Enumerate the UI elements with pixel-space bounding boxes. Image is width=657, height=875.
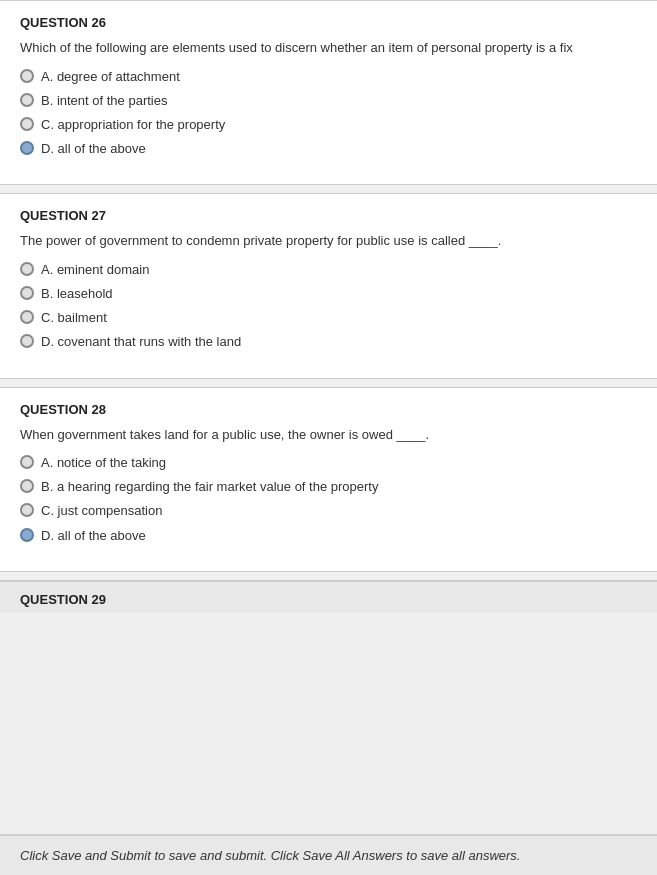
option-label-26-d: D. all of the above — [41, 140, 146, 158]
radio-27-d[interactable] — [20, 334, 34, 348]
option-label-27-b: B. leasehold — [41, 285, 113, 303]
option-label-27-a: A. eminent domain — [41, 261, 149, 279]
option-28-a[interactable]: A. notice of the taking — [20, 454, 637, 472]
option-27-a[interactable]: A. eminent domain — [20, 261, 637, 279]
question-text-28: When government takes land for a public … — [20, 425, 637, 445]
option-26-a[interactable]: A. degree of attachment — [20, 68, 637, 86]
radio-26-c[interactable] — [20, 117, 34, 131]
question-number-27: QUESTION 27 — [20, 208, 637, 223]
radio-27-b[interactable] — [20, 286, 34, 300]
option-28-b[interactable]: B. a hearing regarding the fair market v… — [20, 478, 637, 496]
option-label-27-d: D. covenant that runs with the land — [41, 333, 241, 351]
option-28-d[interactable]: D. all of the above — [20, 527, 637, 545]
option-26-c[interactable]: C. appropriation for the property — [20, 116, 637, 134]
option-label-26-a: A. degree of attachment — [41, 68, 180, 86]
radio-27-a[interactable] — [20, 262, 34, 276]
option-label-28-c: C. just compensation — [41, 502, 162, 520]
radio-28-d[interactable] — [20, 528, 34, 542]
radio-28-c[interactable] — [20, 503, 34, 517]
radio-26-a[interactable] — [20, 69, 34, 83]
option-28-c[interactable]: C. just compensation — [20, 502, 637, 520]
question-text-26: Which of the following are elements used… — [20, 38, 637, 58]
radio-26-d[interactable] — [20, 141, 34, 155]
option-label-28-d: D. all of the above — [41, 527, 146, 545]
option-26-b[interactable]: B. intent of the parties — [20, 92, 637, 110]
option-27-b[interactable]: B. leasehold — [20, 285, 637, 303]
radio-27-c[interactable] — [20, 310, 34, 324]
option-label-28-a: A. notice of the taking — [41, 454, 166, 472]
footer-bar: Click Save and Submit to save and submit… — [0, 834, 657, 875]
footer-text: Click Save and Submit to save and submit… — [20, 848, 520, 863]
question-block-27: QUESTION 27 The power of government to c… — [0, 193, 657, 378]
page-wrapper: QUESTION 26 Which of the following are e… — [0, 0, 657, 875]
main-content: QUESTION 26 Which of the following are e… — [0, 0, 657, 834]
radio-28-a[interactable] — [20, 455, 34, 469]
question-block-28: QUESTION 28 When government takes land f… — [0, 387, 657, 572]
radio-26-b[interactable] — [20, 93, 34, 107]
radio-28-b[interactable] — [20, 479, 34, 493]
option-26-d[interactable]: D. all of the above — [20, 140, 637, 158]
option-27-d[interactable]: D. covenant that runs with the land — [20, 333, 637, 351]
partial-question-label: QUESTION 29 — [0, 580, 657, 613]
question-block-26: QUESTION 26 Which of the following are e… — [0, 0, 657, 185]
option-label-26-c: C. appropriation for the property — [41, 116, 225, 134]
option-label-27-c: C. bailment — [41, 309, 107, 327]
question-number-28: QUESTION 28 — [20, 402, 637, 417]
option-27-c[interactable]: C. bailment — [20, 309, 637, 327]
option-label-26-b: B. intent of the parties — [41, 92, 167, 110]
option-label-28-b: B. a hearing regarding the fair market v… — [41, 478, 378, 496]
question-text-27: The power of government to condemn priva… — [20, 231, 637, 251]
question-number-26: QUESTION 26 — [20, 15, 637, 30]
